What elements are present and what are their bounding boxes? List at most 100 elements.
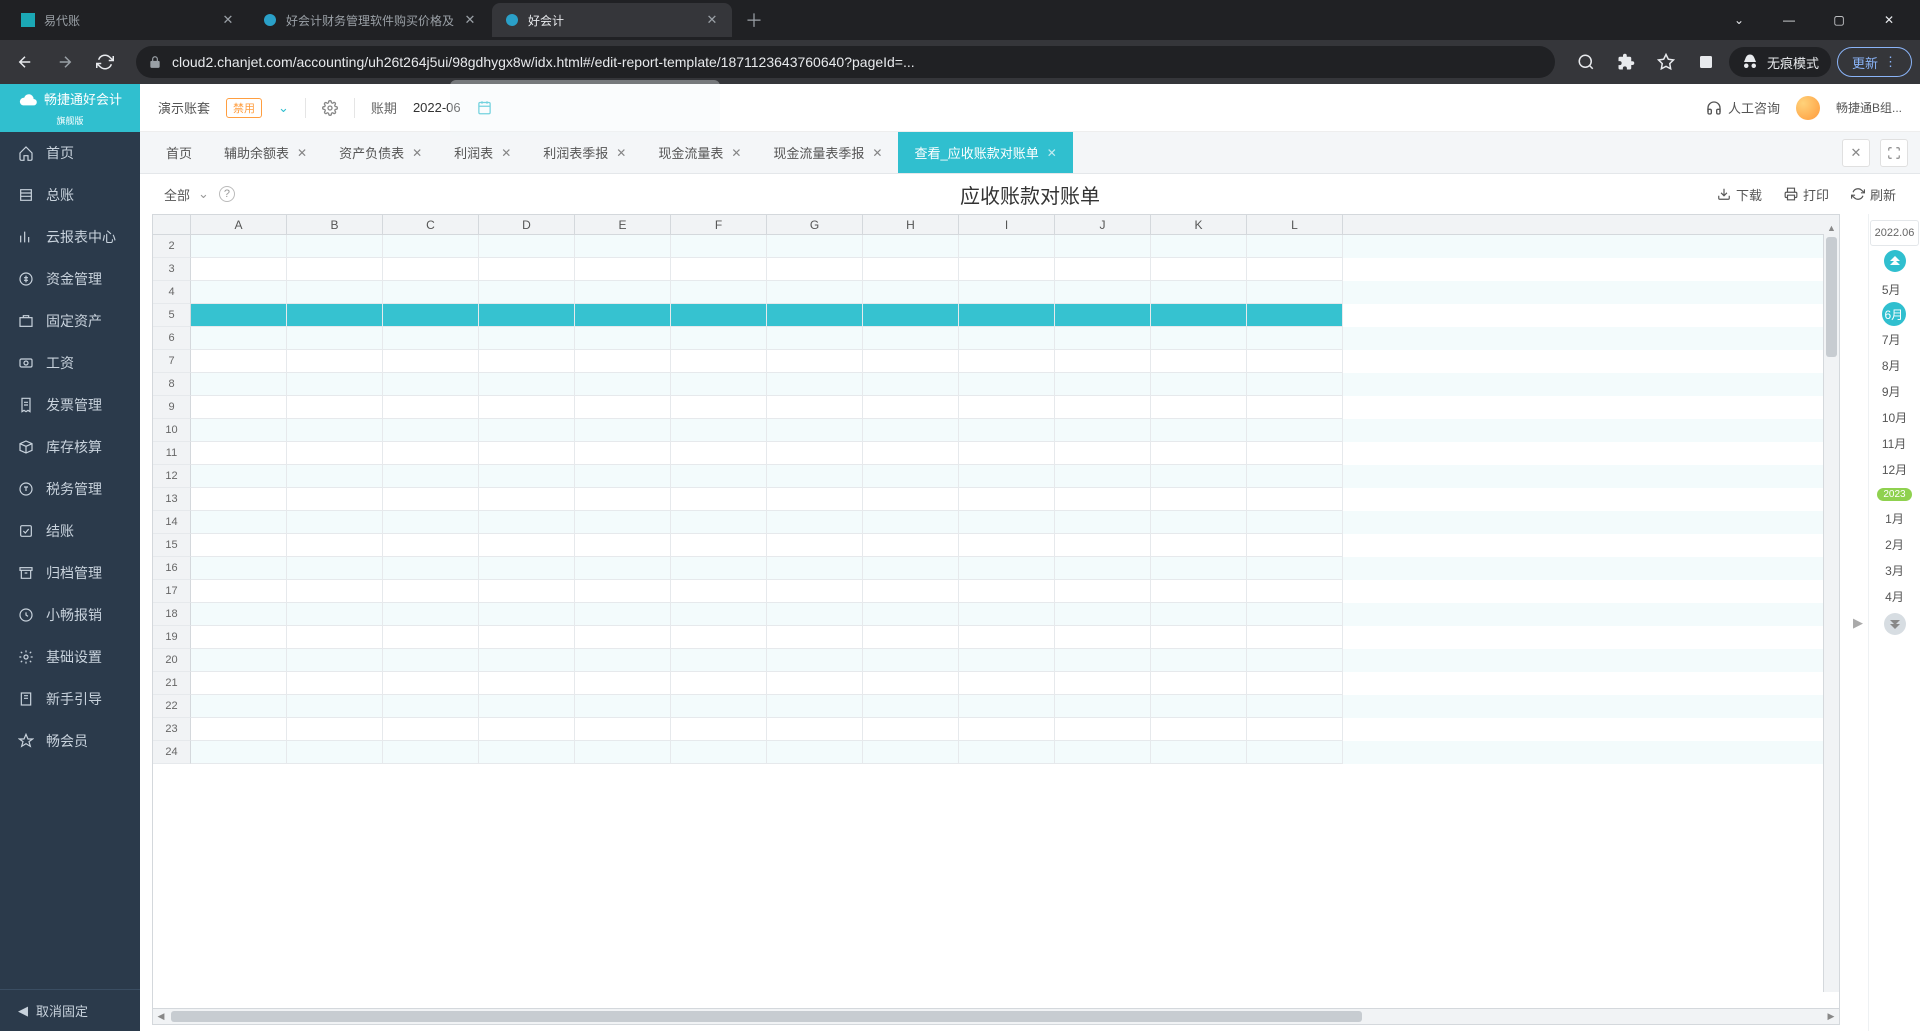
- cell[interactable]: [863, 580, 959, 603]
- corner-cell[interactable]: [153, 215, 191, 234]
- sidebar-item-11[interactable]: 小畅报销: [0, 594, 140, 636]
- cell[interactable]: [1151, 511, 1247, 534]
- cell[interactable]: [767, 741, 863, 764]
- month-item[interactable]: 11月: [1882, 430, 1907, 456]
- cell[interactable]: [479, 442, 575, 465]
- scroll-thumb[interactable]: [171, 1011, 1362, 1022]
- column-header[interactable]: D: [479, 215, 575, 234]
- cell[interactable]: [287, 258, 383, 281]
- row-header[interactable]: 22: [153, 695, 191, 718]
- cell[interactable]: [1055, 235, 1151, 258]
- cell[interactable]: [575, 327, 671, 350]
- sidebar-item-9[interactable]: 结账: [0, 510, 140, 552]
- cell[interactable]: [191, 580, 287, 603]
- cell[interactable]: [863, 741, 959, 764]
- cell[interactable]: [959, 511, 1055, 534]
- extensions-icon[interactable]: [1609, 45, 1643, 79]
- row-header[interactable]: 7: [153, 350, 191, 373]
- cell[interactable]: [383, 718, 479, 741]
- cell[interactable]: [767, 580, 863, 603]
- cell[interactable]: [1055, 695, 1151, 718]
- month-item[interactable]: 5月: [1882, 276, 1907, 302]
- cell[interactable]: [575, 718, 671, 741]
- cell[interactable]: [479, 649, 575, 672]
- column-header[interactable]: K: [1151, 215, 1247, 234]
- forward-button[interactable]: [48, 45, 82, 79]
- cell[interactable]: [767, 304, 863, 327]
- cell[interactable]: [767, 327, 863, 350]
- page-tab-5[interactable]: 现金流量表✕: [642, 132, 757, 173]
- minimize-button[interactable]: —: [1766, 4, 1812, 36]
- cell[interactable]: [863, 534, 959, 557]
- cell[interactable]: [575, 580, 671, 603]
- cell[interactable]: [959, 465, 1055, 488]
- cell[interactable]: [287, 488, 383, 511]
- cell[interactable]: [767, 534, 863, 557]
- spreadsheet[interactable]: ABCDEFGHIJKL 234567891011121314151617181…: [152, 214, 1840, 1009]
- close-icon[interactable]: ✕: [412, 146, 422, 160]
- cell[interactable]: [1151, 534, 1247, 557]
- cell[interactable]: [1247, 350, 1343, 373]
- star-icon[interactable]: [1649, 45, 1683, 79]
- cell[interactable]: [383, 488, 479, 511]
- cell[interactable]: [1151, 557, 1247, 580]
- cell[interactable]: [191, 304, 287, 327]
- cell[interactable]: [287, 557, 383, 580]
- cell[interactable]: [671, 626, 767, 649]
- sidebar-item-1[interactable]: 总账: [0, 174, 140, 216]
- cell[interactable]: [1151, 488, 1247, 511]
- cell[interactable]: [575, 741, 671, 764]
- cell[interactable]: [959, 235, 1055, 258]
- cell[interactable]: [959, 718, 1055, 741]
- cell[interactable]: [1055, 626, 1151, 649]
- cell[interactable]: [1055, 534, 1151, 557]
- cell[interactable]: [575, 419, 671, 442]
- cell[interactable]: [1247, 626, 1343, 649]
- cell[interactable]: [479, 235, 575, 258]
- cell[interactable]: [1055, 350, 1151, 373]
- cell[interactable]: [575, 695, 671, 718]
- cell[interactable]: [1247, 695, 1343, 718]
- row-header[interactable]: 20: [153, 649, 191, 672]
- cell[interactable]: [1055, 488, 1151, 511]
- cell[interactable]: [191, 626, 287, 649]
- cell[interactable]: [671, 465, 767, 488]
- column-header[interactable]: C: [383, 215, 479, 234]
- row-header[interactable]: 2: [153, 235, 191, 258]
- cell[interactable]: [959, 672, 1055, 695]
- cell[interactable]: [287, 718, 383, 741]
- cell[interactable]: [767, 488, 863, 511]
- close-icon[interactable]: ✕: [1047, 146, 1057, 160]
- cell[interactable]: [1055, 327, 1151, 350]
- cell[interactable]: [479, 672, 575, 695]
- page-tab-4[interactable]: 利润表季报✕: [527, 132, 642, 173]
- cell[interactable]: [1151, 373, 1247, 396]
- row-header[interactable]: 16: [153, 557, 191, 580]
- cell[interactable]: [575, 511, 671, 534]
- month-item[interactable]: 3月: [1885, 557, 1904, 583]
- cell[interactable]: [479, 350, 575, 373]
- cell[interactable]: [959, 396, 1055, 419]
- cell[interactable]: [767, 442, 863, 465]
- cell[interactable]: [191, 465, 287, 488]
- cell[interactable]: [767, 603, 863, 626]
- cell[interactable]: [1055, 603, 1151, 626]
- row-header[interactable]: 4: [153, 281, 191, 304]
- cell[interactable]: [959, 442, 1055, 465]
- cell[interactable]: [383, 695, 479, 718]
- cell[interactable]: [671, 281, 767, 304]
- cell[interactable]: [1151, 649, 1247, 672]
- cell[interactable]: [191, 258, 287, 281]
- month-item[interactable]: 6月: [1882, 302, 1906, 326]
- cell[interactable]: [959, 419, 1055, 442]
- cell[interactable]: [863, 557, 959, 580]
- fullscreen-button[interactable]: [1880, 139, 1908, 167]
- avatar[interactable]: [1796, 96, 1820, 120]
- cell[interactable]: [1055, 396, 1151, 419]
- close-all-tabs-button[interactable]: ✕: [1842, 139, 1870, 167]
- cell[interactable]: [671, 350, 767, 373]
- cell[interactable]: [671, 557, 767, 580]
- row-header[interactable]: 21: [153, 672, 191, 695]
- chevron-down-icon[interactable]: ⌄: [1716, 4, 1762, 36]
- period-value[interactable]: 2022-06: [413, 100, 461, 115]
